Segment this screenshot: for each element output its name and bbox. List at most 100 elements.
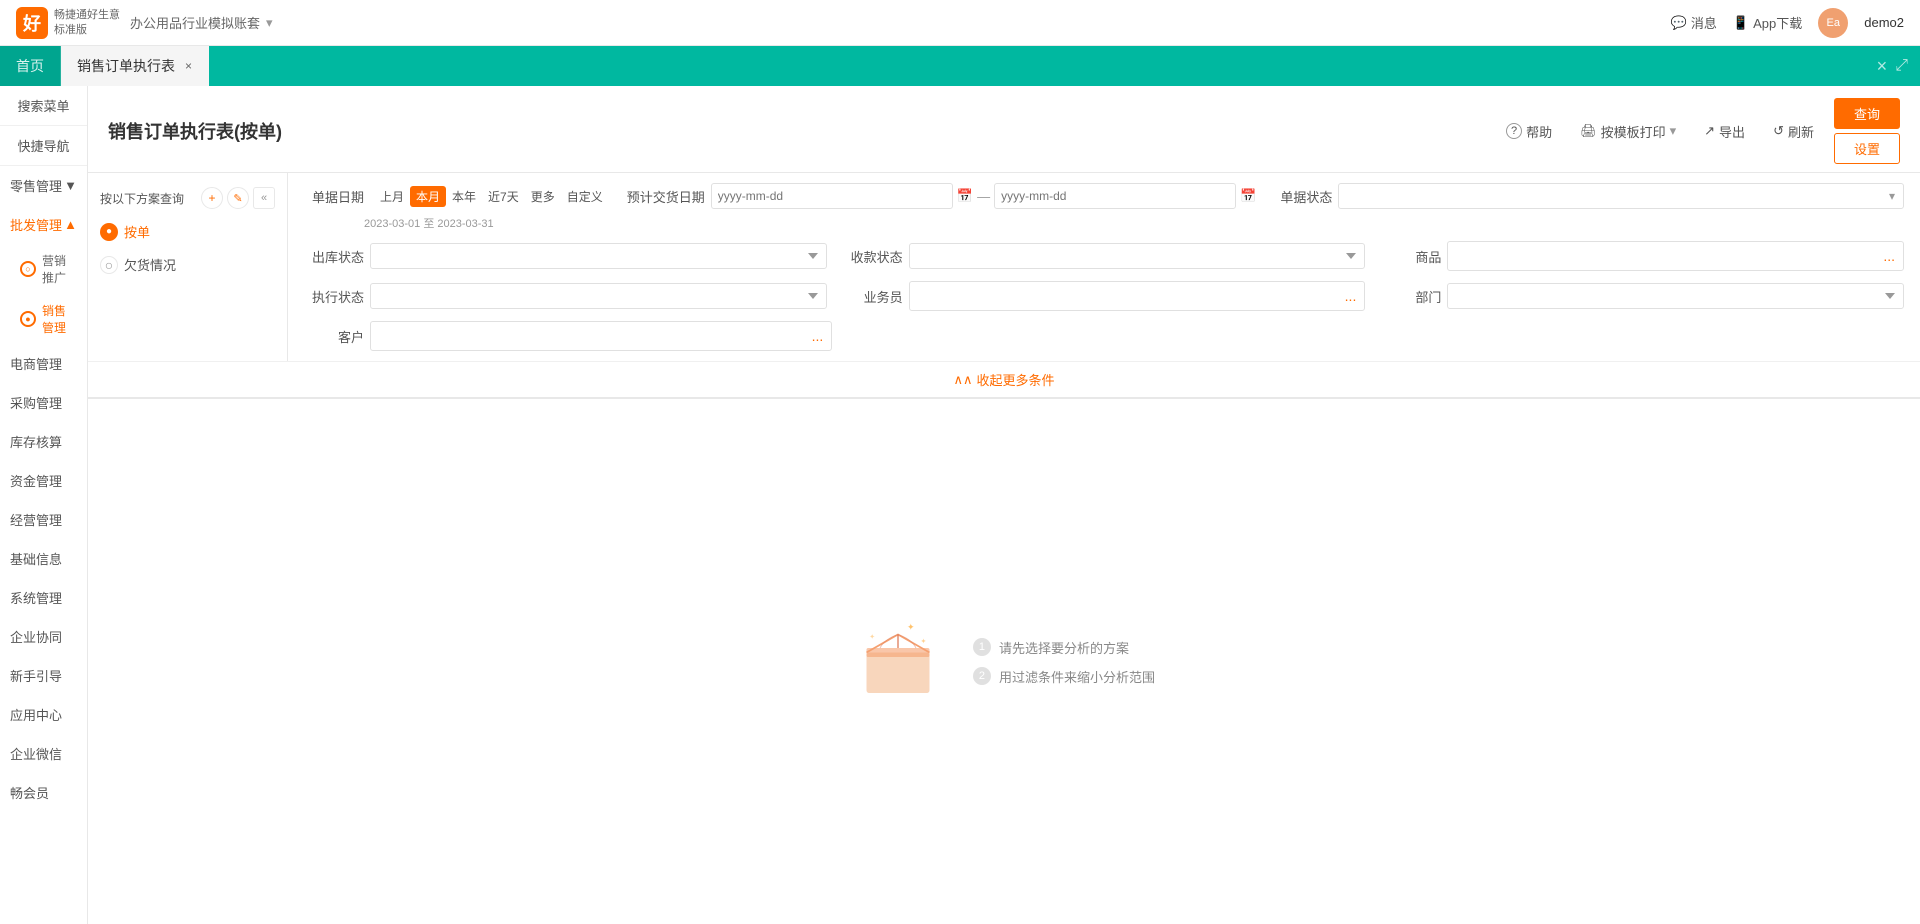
period-this-year[interactable]: 本年 — [446, 185, 482, 208]
salesperson-input[interactable]: ... — [909, 281, 1366, 311]
calendar-to-icon[interactable]: 📅 — [1240, 188, 1256, 204]
sidebar-item-finance[interactable]: 资金管理 — [0, 461, 87, 500]
query-button[interactable]: 查询 — [1834, 98, 1900, 129]
page-header: 销售订单执行表(按单) ? 帮助 🖨 按模板打印 ▾ ↗ 导出 ↺ 刷新 — [88, 86, 1920, 173]
sidebar-item-vip[interactable]: 畅会员 — [0, 773, 87, 812]
page-actions: ? 帮助 🖨 按模板打印 ▾ ↗ 导出 ↺ 刷新 查询 — [1498, 98, 1900, 164]
maximize-icon[interactable]: ⤢ — [1895, 57, 1908, 75]
print-dropdown-icon[interactable]: ▾ — [1670, 123, 1677, 139]
message-button[interactable]: 💬 消息 — [1671, 13, 1717, 32]
period-this-month[interactable]: 本月 — [410, 186, 446, 207]
goods-ellipsis-icon[interactable]: ... — [1883, 248, 1895, 264]
filter-row-top: 按以下方案查询 + ✎ « ● 按单 ○ 欠货情况 — [88, 173, 1920, 362]
sidebar-item-newbie[interactable]: 新手引导 — [0, 656, 87, 695]
date-period-buttons: 上月 本月 本年 近7天 更多 自定义 — [374, 185, 609, 208]
expected-delivery-field: 预计交货日期 📅 — 📅 — [625, 183, 1257, 209]
help-button[interactable]: ? 帮助 — [1498, 118, 1560, 145]
sidebar-item-ecommerce[interactable]: 电商管理 — [0, 344, 87, 383]
app-download-button[interactable]: 📱 App下载 — [1733, 13, 1802, 32]
settings-button[interactable]: 设置 — [1834, 133, 1900, 164]
scheme-add-button[interactable]: + — [201, 187, 223, 209]
period-more[interactable]: 更多 — [525, 185, 561, 208]
customer-input[interactable]: ... — [370, 321, 832, 351]
sidebar-item-wholesale[interactable]: 批发管理 ▲ — [0, 205, 87, 244]
breadcrumb-dropdown-icon[interactable]: ▾ — [266, 15, 273, 31]
svg-text:✦: ✦ — [869, 632, 875, 641]
empty-content: ✦ ✦ ✦ 1 请先选择要分析的方案 2 用过滤条件来缩小分析范围 — [853, 612, 1155, 712]
app-icon: 📱 — [1733, 15, 1749, 31]
goods-field: 商品 ... — [1381, 241, 1904, 271]
period-last-7-days[interactable]: 近7天 — [482, 185, 525, 208]
execution-status-select[interactable] — [370, 283, 827, 309]
goods-input[interactable]: ... — [1447, 241, 1904, 271]
empty-tip-2: 2 用过滤条件来缩小分析范围 — [973, 667, 1155, 686]
refresh-button[interactable]: ↺ 刷新 — [1765, 118, 1822, 145]
filter-row-2: 出库状态 收款状态 商品 ... — [304, 241, 1904, 271]
department-select[interactable] — [1447, 283, 1904, 309]
collapse-bar[interactable]: ∧∧ 收起更多条件 — [88, 362, 1920, 398]
scheme-item-arrears[interactable]: ○ 欠货情况 — [88, 248, 287, 281]
logo-area[interactable]: 好 畅捷通好生意 标准版 — [16, 7, 120, 39]
tab-home[interactable]: 首页 — [0, 46, 61, 86]
marketing-dot-icon: ○ — [20, 261, 36, 277]
user-name[interactable]: demo2 — [1864, 15, 1904, 30]
tip-2-number: 2 — [973, 667, 991, 685]
avatar: Ea — [1818, 8, 1848, 38]
svg-text:✦: ✦ — [907, 622, 915, 632]
execution-status-field: 执行状态 — [304, 283, 827, 309]
topbar: 好 畅捷通好生意 标准版 办公用品行业模拟账套 ▾ 💬 消息 📱 App下载 E… — [0, 0, 1920, 46]
tab-sales-order[interactable]: 销售订单执行表 × — [61, 46, 209, 86]
sidebar-item-inventory[interactable]: 库存核算 — [0, 422, 87, 461]
delivery-date-to[interactable] — [994, 183, 1236, 209]
tabbar: 首页 销售订单执行表 × × ⤢ — [0, 46, 1920, 86]
empty-tip-1: 1 请先选择要分析的方案 — [973, 638, 1155, 657]
sidebar-sub-item-marketing[interactable]: ○ 营销推广 — [0, 244, 87, 294]
tab-close-icon[interactable]: × — [185, 59, 192, 73]
breadcrumb: 办公用品行业模拟账套 ▾ — [130, 13, 273, 32]
status-dropdown[interactable]: ▾ — [1338, 183, 1904, 209]
payment-status-select[interactable] — [909, 243, 1366, 269]
main-layout: 搜索菜单 快捷导航 零售管理 ▼ 批发管理 ▲ ○ 营销推广 ● 销售管理 电商… — [0, 86, 1920, 924]
tip-1-number: 1 — [973, 638, 991, 656]
topbar-right: 💬 消息 📱 App下载 Ea demo2 — [1671, 8, 1904, 38]
sidebar-item-operation[interactable]: 经营管理 — [0, 500, 87, 539]
delivery-date-from[interactable] — [711, 183, 953, 209]
status-dropdown-icon: ▾ — [1889, 189, 1895, 203]
customer-field: 客户 ... — [304, 321, 832, 351]
period-last-month[interactable]: 上月 — [374, 185, 410, 208]
sidebar-item-system[interactable]: 系统管理 — [0, 578, 87, 617]
payment-status-field: 收款状态 — [843, 243, 1366, 269]
sidebar-item-appstore[interactable]: 应用中心 — [0, 695, 87, 734]
salesperson-ellipsis-icon[interactable]: ... — [1345, 288, 1357, 304]
period-custom[interactable]: 自定义 — [561, 185, 609, 208]
date-field: 单据日期 上月 本月 本年 近7天 更多 自定义 — [304, 185, 609, 208]
collapse-up-icon: ∧∧ — [953, 372, 972, 388]
filter-scheme-panel: 按以下方案查询 + ✎ « ● 按单 ○ 欠货情况 — [88, 173, 288, 361]
sidebar-item-search-menu[interactable]: 搜索菜单 — [0, 86, 87, 126]
delivery-status-select[interactable] — [370, 243, 827, 269]
refresh-icon: ↺ — [1773, 123, 1784, 139]
calendar-from-icon[interactable]: 📅 — [957, 188, 973, 204]
tabbar-right: × ⤢ — [1877, 46, 1920, 86]
scheme-edit-button[interactable]: ✎ — [227, 187, 249, 209]
sidebar-sub-item-sales[interactable]: ● 销售管理 — [0, 294, 87, 344]
filter-row-4: 客户 ... — [304, 321, 1904, 351]
logo-icon: 好 — [16, 7, 48, 39]
delivery-status-field: 出库状态 — [304, 243, 827, 269]
customer-ellipsis-icon[interactable]: ... — [812, 328, 824, 344]
empty-state: ✦ ✦ ✦ 1 请先选择要分析的方案 2 用过滤条件来缩小分析范围 — [88, 399, 1920, 924]
print-button[interactable]: 🖨 按模板打印 ▾ — [1572, 118, 1684, 145]
sidebar-item-enterprise[interactable]: 企业协同 — [0, 617, 87, 656]
close-window-icon[interactable]: × — [1877, 56, 1888, 77]
sidebar-item-basic[interactable]: 基础信息 — [0, 539, 87, 578]
scheme-item-by-order[interactable]: ● 按单 — [88, 215, 287, 248]
sidebar-item-wxwork[interactable]: 企业微信 — [0, 734, 87, 773]
sidebar-item-retail[interactable]: 零售管理 ▼ — [0, 166, 87, 205]
export-button[interactable]: ↗ 导出 — [1696, 118, 1753, 145]
scheme-collapse-button[interactable]: « — [253, 187, 275, 209]
sidebar-item-quick-nav[interactable]: 快捷导航 — [0, 126, 87, 166]
sidebar-item-purchase[interactable]: 采购管理 — [0, 383, 87, 422]
scheme-by-order-icon: ● — [100, 223, 118, 241]
filter-fields: 单据日期 上月 本月 本年 近7天 更多 自定义 — [288, 173, 1920, 361]
filter-row-3: 执行状态 业务员 ... 部门 — [304, 281, 1904, 311]
